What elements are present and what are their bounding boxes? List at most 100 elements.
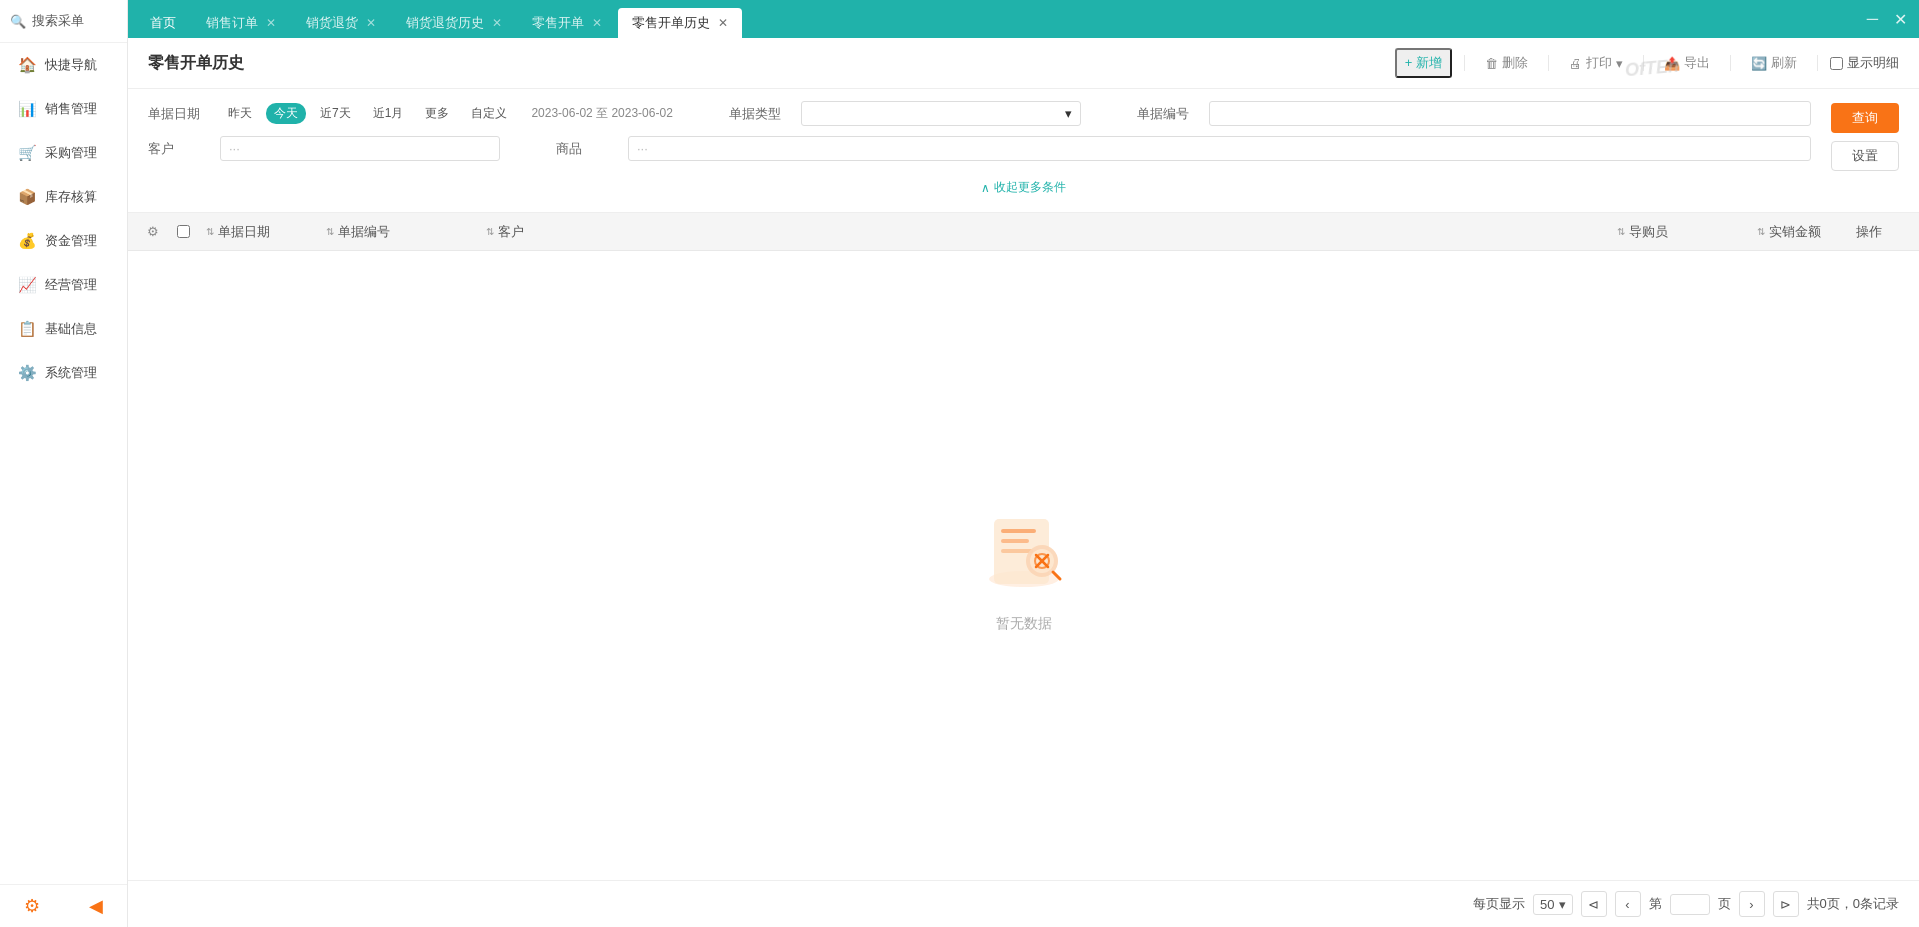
add-button[interactable]: + 新增 [1395,48,1452,78]
type-filter-label: 单据类型 [729,105,785,123]
empty-state: 暂无数据 [128,251,1919,880]
print-button[interactable]: 🖨 打印 ▾ [1561,50,1631,76]
date-today[interactable]: 今天 [266,103,306,124]
empty-icon [974,499,1074,599]
column-settings-btn[interactable]: ⚙ [138,224,168,239]
sort-icon: ⇅ [1757,226,1765,237]
date-range-display: 2023-06-02 至 2023-06-02 [531,105,672,122]
customer-filter-input[interactable]: ··· [220,136,500,161]
tab-sales-return-history-close[interactable]: ✕ [492,16,502,30]
sort-icon: ⇅ [1617,226,1625,237]
divider-2 [1548,55,1549,71]
sidebar-item-sales-mgmt[interactable]: 📊 销售管理 [0,87,127,131]
first-page-btn[interactable]: ⊲ [1581,891,1607,917]
sidebar-item-basic-info[interactable]: 📋 基础信息 [0,307,127,351]
tab-bar: 首页 销售订单 ✕ 销货退货 ✕ 销货退货历史 ✕ 零售开单 ✕ 零售开单历史 … [128,0,1919,38]
sidebar-item-label: 库存核算 [45,188,97,206]
tab-sales-order[interactable]: 销售订单 ✕ [192,8,290,38]
col-customer-header[interactable]: ⇅ 客户 [478,223,1609,241]
sidebar-item-purchase-mgmt[interactable]: 🛒 采购管理 [0,131,127,175]
date-yesterday[interactable]: 昨天 [220,103,260,124]
date-1month[interactable]: 近1月 [365,103,412,124]
tab-sales-return[interactable]: 销货退货 ✕ [292,8,390,38]
filter-date-options: 昨天 今天 近7天 近1月 更多 自定义 [220,103,515,124]
col-amount-header[interactable]: ⇅ 实销金额 [1729,223,1829,241]
tab-sales-order-close[interactable]: ✕ [266,16,276,30]
print-icon: 🖨 [1569,56,1582,71]
col-num-header[interactable]: ⇅ 单据编号 [318,223,478,241]
num-filter-input[interactable] [1209,101,1811,126]
svg-rect-4 [1001,549,1033,553]
collapse-sidebar-btn[interactable]: ◀ [89,895,103,917]
page-header: 零售开单历史 + 新增 🗑 删除 🖨 打印 ▾ 📤 导出 🔄 刷新 [128,38,1919,89]
select-all-checkbox[interactable] [168,225,198,238]
delete-label: 删除 [1502,54,1528,72]
settings-bottom-btn[interactable]: ⚙ [24,895,40,917]
show-detail-checkbox[interactable]: 显示明细 [1830,54,1899,72]
sidebar-item-quick-nav[interactable]: 🏠 快捷导航 [0,43,127,87]
date-custom[interactable]: 自定义 [463,103,515,124]
customer-filter-label: 客户 [148,140,204,158]
num-filter-label: 单据编号 [1137,105,1193,123]
window-close-btn[interactable]: ✕ [1890,10,1911,29]
type-filter-select[interactable]: ▾ [801,101,1081,126]
tab-sales-return-label: 销货退货 [306,14,358,32]
sort-icon: ⇅ [206,226,214,237]
delete-button[interactable]: 🗑 删除 [1477,50,1536,76]
goods-filter-input[interactable]: ··· [628,136,1811,161]
divider-4 [1730,55,1731,71]
select-all-input[interactable] [177,225,190,238]
tab-bar-right: ─ ✕ [1863,10,1911,29]
collapse-label: 收起更多条件 [994,179,1066,196]
divider-5 [1817,55,1818,71]
refresh-button[interactable]: 🔄 刷新 [1743,50,1805,76]
search-icon: 🔍 [10,14,26,29]
sidebar-search[interactable]: 🔍 搜索采单 [0,0,127,43]
col-date-header[interactable]: ⇅ 单据日期 [198,223,318,241]
tab-retail-history-close[interactable]: ✕ [718,16,728,30]
collapse-icon: ∧ [981,181,990,195]
page-size-select[interactable]: 50 ▾ [1533,894,1572,915]
last-page-btn[interactable]: ⊳ [1773,891,1799,917]
sidebar-item-inventory[interactable]: 📦 库存核算 [0,175,127,219]
divider-1 [1464,55,1465,71]
filter-row-2: 客户 ··· 商品 ··· [148,136,1811,161]
date-7days[interactable]: 近7天 [312,103,359,124]
page-num-input[interactable]: 1 [1670,894,1710,915]
prev-page-btn[interactable]: ‹ [1615,891,1641,917]
setting-button[interactable]: 设置 [1831,141,1899,171]
clipboard-icon: 📋 [17,319,37,339]
sidebar-item-label: 快捷导航 [45,56,97,74]
collapse-filter-btn[interactable]: ∧ 收起更多条件 [969,175,1078,200]
show-detail-input[interactable] [1830,57,1843,70]
sidebar-item-finance[interactable]: 💰 资金管理 [0,219,127,263]
sidebar-item-operations[interactable]: 📈 经营管理 [0,263,127,307]
date-filter-label: 单据日期 [148,105,204,123]
col-guide-header[interactable]: ⇅ 导购员 [1609,223,1729,241]
sidebar-item-system-mgmt[interactable]: ⚙️ 系统管理 [0,351,127,395]
col-date-label: 单据日期 [218,223,270,241]
print-dropdown-icon: ▾ [1616,56,1623,71]
filter-area: 单据日期 昨天 今天 近7天 近1月 更多 自定义 2023-06-02 至 2… [128,89,1919,213]
tab-home[interactable]: 首页 [136,8,190,38]
tab-retail-open-close[interactable]: ✕ [592,16,602,30]
total-text: 共0页，0条记录 [1807,895,1899,913]
action-buttons: 查询 设置 [1831,101,1899,171]
sort-icon: ⇅ [326,226,334,237]
tab-retail-history[interactable]: 零售开单历史 ✕ [618,8,742,38]
tab-retail-open[interactable]: 零售开单 ✕ [518,8,616,38]
svg-rect-3 [1001,539,1029,543]
next-page-btn[interactable]: › [1739,891,1765,917]
query-button[interactable]: 查询 [1831,103,1899,133]
per-page-label: 每页显示 [1473,895,1525,913]
window-minimize-btn[interactable]: ─ [1863,10,1882,28]
box-icon: 📦 [17,187,37,207]
sidebar-item-label: 采购管理 [45,144,97,162]
col-num-label: 单据编号 [338,223,390,241]
refresh-label: 刷新 [1771,54,1797,72]
trending-icon: 📈 [17,275,37,295]
export-button[interactable]: 📤 导出 [1656,50,1718,76]
tab-sales-return-close[interactable]: ✕ [366,16,376,30]
tab-sales-return-history[interactable]: 销货退货历史 ✕ [392,8,516,38]
date-more[interactable]: 更多 [417,103,457,124]
